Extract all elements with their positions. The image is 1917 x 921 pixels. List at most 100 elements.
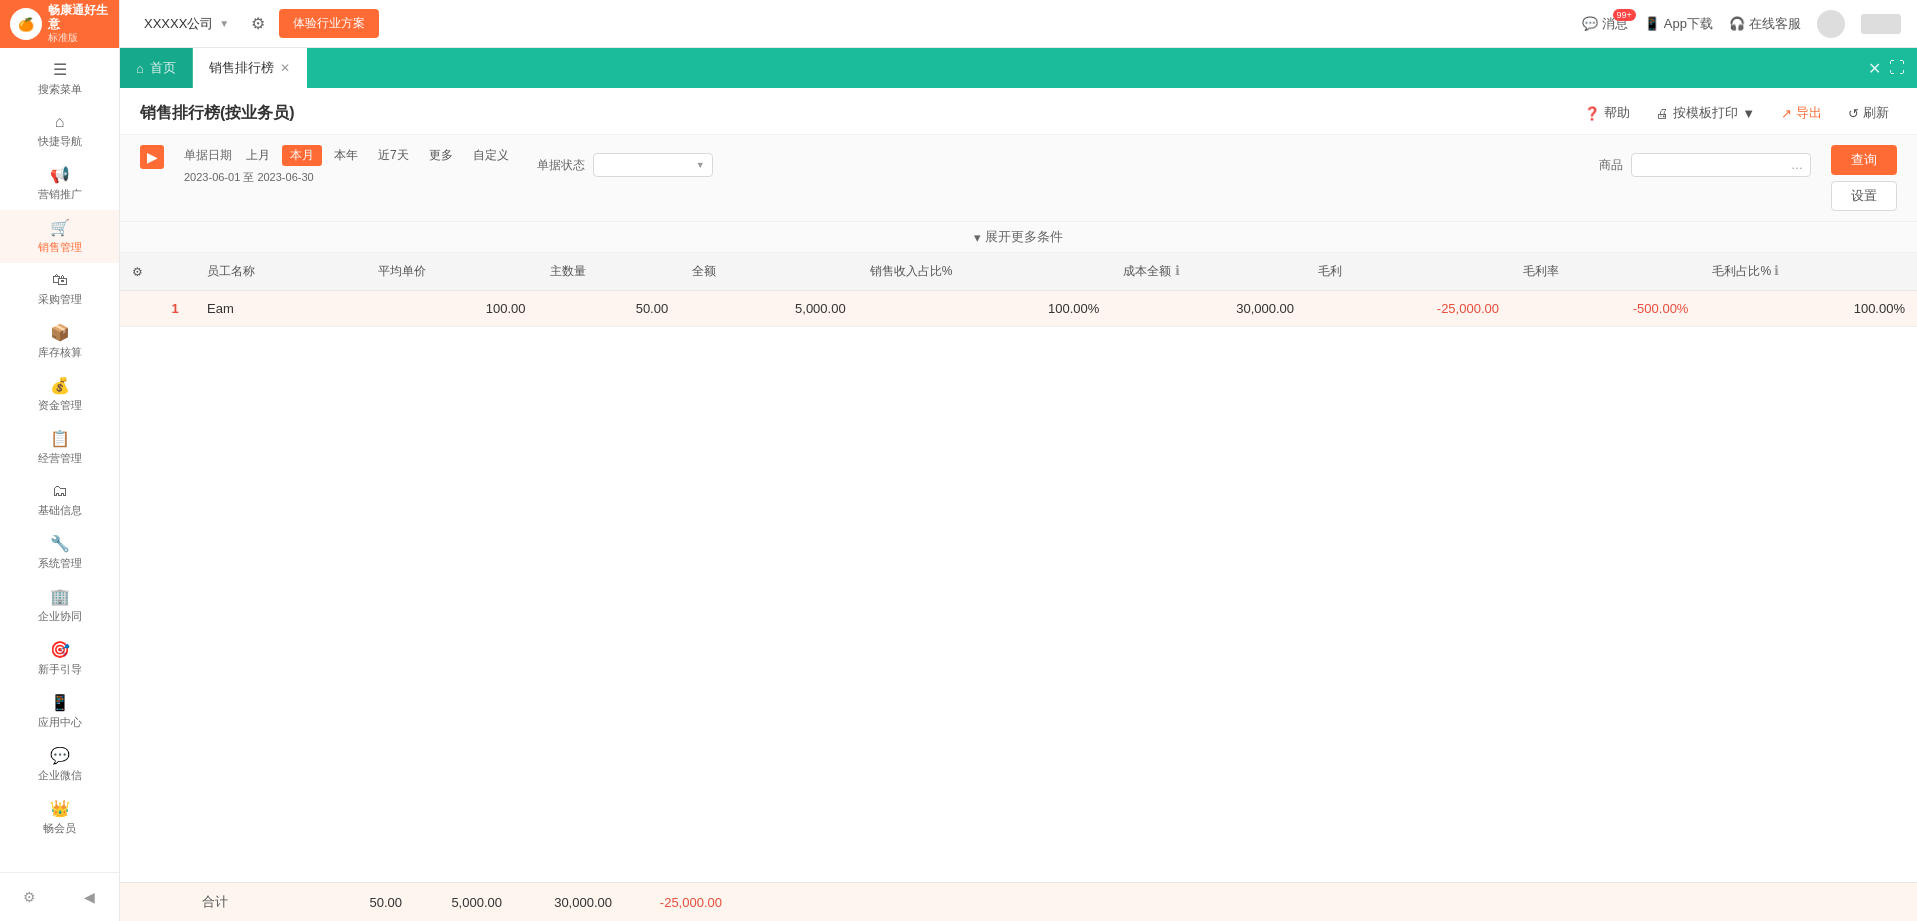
online-service-btn[interactable]: 🎧 在线客服 xyxy=(1729,15,1801,33)
logo-icon: 🍊 xyxy=(10,8,42,40)
sidebar-item-inventory[interactable]: 📦库存核算 xyxy=(0,315,119,368)
app-download-btn[interactable]: 📱 App下载 xyxy=(1644,15,1713,33)
sidebar-item-marketing[interactable]: 📢营销推广 xyxy=(0,157,119,210)
template-print-btn[interactable]: 🖨 按模板打印 ▼ xyxy=(1648,100,1763,126)
footer-total-label: 合计 xyxy=(132,893,322,911)
expand-more-btn[interactable]: ▾ 展开更多条件 xyxy=(974,228,1063,246)
help-btn[interactable]: ❓ 帮助 xyxy=(1576,100,1638,126)
wechat-icon: 💬 xyxy=(50,746,70,765)
sidebar-item-sales[interactable]: 🛒销售管理 xyxy=(0,210,119,263)
tab-home-label: 首页 xyxy=(150,59,176,77)
capital-icon: 💰 xyxy=(50,376,70,395)
row-sales-ratio: 100.00% xyxy=(858,291,1112,327)
basic-info-icon: 🗂 xyxy=(52,482,68,500)
print-icon: 🖨 xyxy=(1656,106,1669,121)
export-icon: ↗ xyxy=(1781,106,1792,121)
date-range-display: 2023-06-01 至 2023-06-30 xyxy=(184,170,517,185)
date-tab-prev-month[interactable]: 上月 xyxy=(238,145,278,166)
tab-actions: ✕ ⛶ xyxy=(1856,59,1917,78)
row-gross-rate: -500.00% xyxy=(1511,291,1700,327)
col-gear[interactable]: ⚙ xyxy=(120,253,155,291)
refresh-btn[interactable]: ↺ 刷新 xyxy=(1840,100,1897,126)
company-name: XXXXX公司 xyxy=(144,15,213,33)
sidebar-logo: 🍊 畅康通好生意 标准版 xyxy=(0,0,119,48)
expand-icon: ▾ xyxy=(974,230,981,245)
sidebar-item-quick-nav[interactable]: ⌂快捷导航 xyxy=(0,105,119,157)
tab-sales-rank[interactable]: 销售排行榜 ✕ xyxy=(193,48,307,88)
table-row[interactable]: 1 Eam 100.00 50.00 5,000.00 100.00% 30,0… xyxy=(120,291,1917,327)
query-button[interactable]: 查询 xyxy=(1831,145,1897,175)
status-select[interactable] xyxy=(593,153,713,177)
tab-close-window-icon[interactable]: ✕ xyxy=(1868,59,1881,78)
settings-bottom-btn[interactable]: ⚙ xyxy=(14,881,46,913)
sidebar-item-member[interactable]: 👑畅会员 xyxy=(0,791,119,844)
topbar-settings-icon[interactable]: ⚙ xyxy=(247,10,269,37)
row-gear-cell xyxy=(120,291,155,327)
content-area: 销售排行榜(按业务员) ❓ 帮助 🖨 按模板打印 ▼ ↗ 导出 xyxy=(120,88,1917,921)
sidebar-item-capital[interactable]: 💰资金管理 xyxy=(0,368,119,421)
col-rank xyxy=(155,253,195,291)
col-name: 员工名称 xyxy=(195,253,366,291)
goods-input-wrapper: … xyxy=(1631,153,1811,177)
col-avg-price: 平均单价 xyxy=(366,253,537,291)
marketing-icon: 📢 xyxy=(50,165,70,184)
row-gross-ratio: 100.00% xyxy=(1700,291,1917,327)
tab-maximize-icon[interactable]: ⛶ xyxy=(1889,59,1905,77)
row-rank: 1 xyxy=(155,291,195,327)
date-tab-this-year[interactable]: 本年 xyxy=(326,145,366,166)
trial-button[interactable]: 体验行业方案 xyxy=(279,9,379,38)
table-footer: 合计 50.00 5,000.00 30,000.00 -25,000.00 xyxy=(120,882,1917,921)
app-download-icon: 📱 xyxy=(1644,16,1660,31)
status-filter-label: 单据状态 xyxy=(537,157,585,174)
sidebar-item-search[interactable]: ☰搜索菜单 xyxy=(0,52,119,105)
company-chevron-icon: ▼ xyxy=(219,18,229,29)
expand-bar: ▾ 展开更多条件 xyxy=(120,222,1917,253)
message-badge: 99+ xyxy=(1613,9,1636,21)
date-tab-custom[interactable]: 自定义 xyxy=(465,145,517,166)
tabbar: ⌂ 首页 销售排行榜 ✕ ✕ ⛶ xyxy=(120,48,1917,88)
col-sales-ratio: 销售收入占比% xyxy=(858,253,1112,291)
main-area: XXXXX公司 ▼ ⚙ 体验行业方案 💬 消息 99+ 📱 App下载 🎧 在线… xyxy=(120,0,1917,921)
sidebar-item-purchase[interactable]: 🛍采购管理 xyxy=(0,263,119,315)
sidebar-item-system[interactable]: 🔧系统管理 xyxy=(0,526,119,579)
print-chevron-icon: ▼ xyxy=(1742,106,1755,121)
status-filter-group: 单据状态 xyxy=(537,153,713,177)
quick-nav-icon: ⌂ xyxy=(55,113,65,131)
expand-label: 展开更多条件 xyxy=(985,228,1063,246)
date-tab-this-month[interactable]: 本月 xyxy=(282,145,322,166)
tab-home[interactable]: ⌂ 首页 xyxy=(120,48,193,88)
row-name: Eam xyxy=(195,291,366,327)
logo-subtitle: 标准版 xyxy=(48,31,109,45)
inventory-icon: 📦 xyxy=(50,323,70,342)
date-tab-more[interactable]: 更多 xyxy=(421,145,461,166)
company-selector[interactable]: XXXXX公司 ▼ xyxy=(136,11,237,37)
sidebar-item-wechat[interactable]: 💬企业微信 xyxy=(0,738,119,791)
app-center-icon: 📱 xyxy=(50,693,70,712)
filter-toggle-btn[interactable]: ▶ xyxy=(140,145,164,169)
export-btn[interactable]: ↗ 导出 xyxy=(1773,100,1830,126)
logo-text: 畅康通好生意 标准版 xyxy=(48,3,109,46)
date-filter-dates: 单据日期 上月 本月 本年 近7天 更多 自定义 xyxy=(184,145,517,166)
page-actions: ❓ 帮助 🖨 按模板打印 ▼ ↗ 导出 ↺ 刷新 xyxy=(1576,100,1897,126)
settings-button[interactable]: 设置 xyxy=(1831,181,1897,211)
date-tab-last7days[interactable]: 近7天 xyxy=(370,145,417,166)
page-container: 销售排行榜(按业务员) ❓ 帮助 🖨 按模板打印 ▼ ↗ 导出 xyxy=(120,88,1917,921)
sidebar-item-enterprise[interactable]: 🏢企业协同 xyxy=(0,579,119,632)
message-icon: 💬 xyxy=(1582,16,1598,31)
topbar-right: 💬 消息 99+ 📱 App下载 🎧 在线客服 xyxy=(1582,10,1901,38)
sidebar-item-guide[interactable]: 🎯新手引导 xyxy=(0,632,119,685)
system-icon: 🔧 xyxy=(50,534,70,553)
cost-info-icon: ℹ xyxy=(1175,263,1180,278)
footer-total: 5,000.00 xyxy=(412,895,502,910)
goods-input[interactable] xyxy=(1631,153,1811,177)
topbar: XXXXX公司 ▼ ⚙ 体验行业方案 💬 消息 99+ 📱 App下载 🎧 在线… xyxy=(120,0,1917,48)
sidebar-item-basic-info[interactable]: 🗂基础信息 xyxy=(0,474,119,526)
collapse-btn[interactable]: ◀ xyxy=(73,881,105,913)
user-avatar[interactable] xyxy=(1817,10,1845,38)
operation-icon: 📋 xyxy=(50,429,70,448)
sidebar-item-app-center[interactable]: 📱应用中心 xyxy=(0,685,119,738)
refresh-icon: ↺ xyxy=(1848,106,1859,121)
sidebar-item-operation[interactable]: 📋经营管理 xyxy=(0,421,119,474)
tab-close-icon[interactable]: ✕ xyxy=(280,61,290,75)
message-btn[interactable]: 💬 消息 99+ xyxy=(1582,15,1628,33)
